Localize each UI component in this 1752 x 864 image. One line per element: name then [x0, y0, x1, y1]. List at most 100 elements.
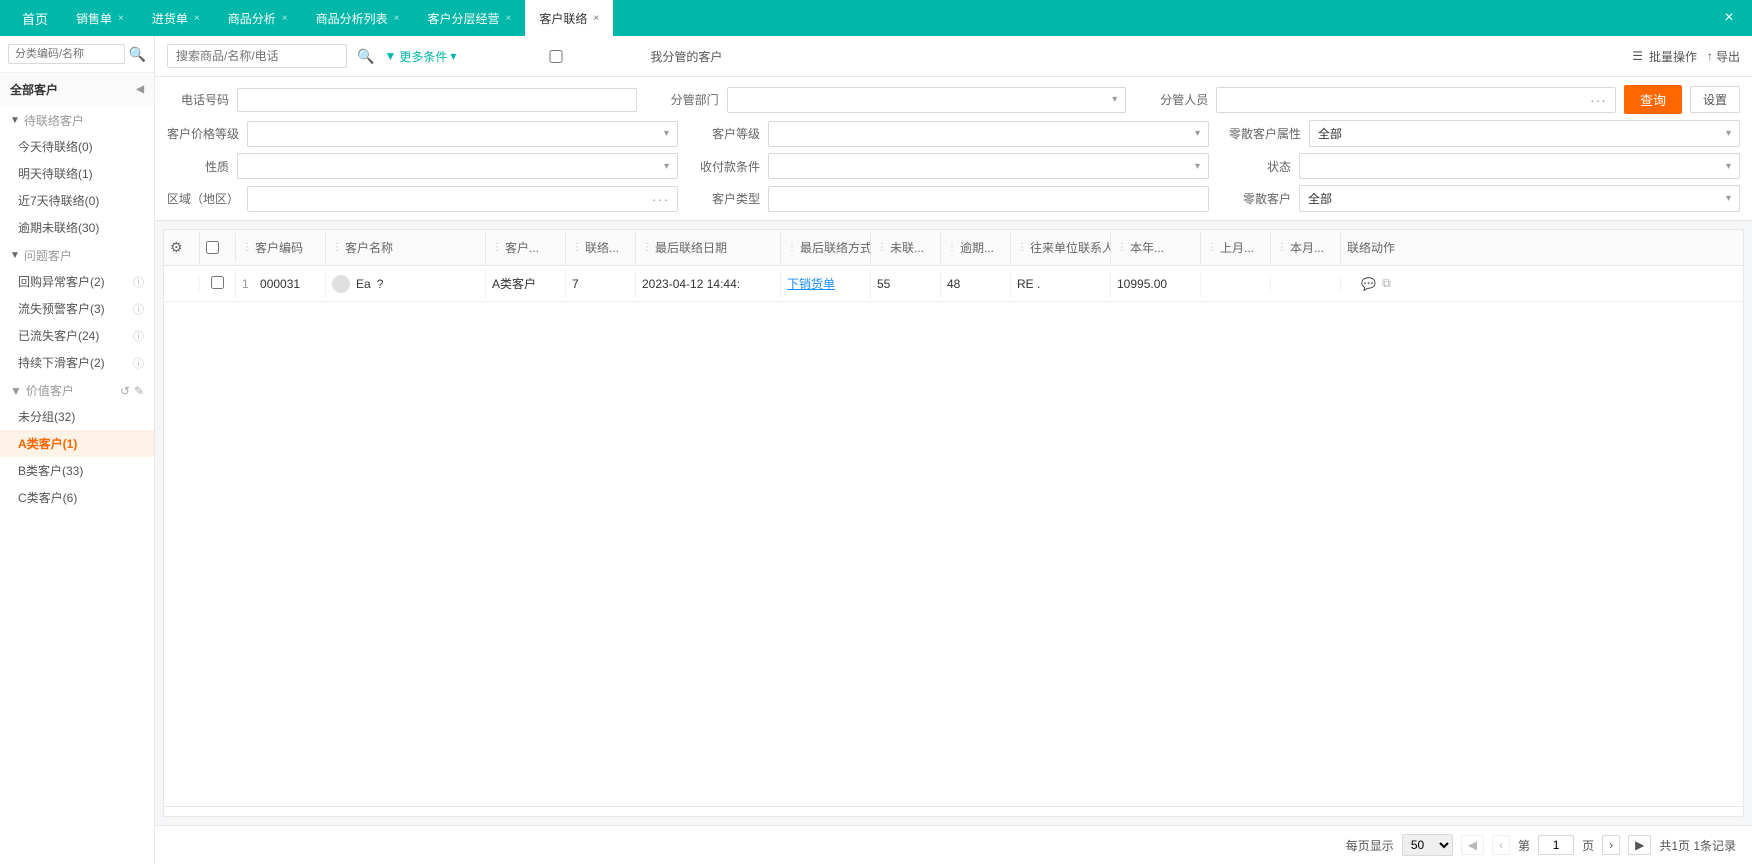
- more-filters-btn[interactable]: ▼ 更多条件 ▾: [384, 48, 456, 65]
- filter-status: 状态 ▾: [1229, 153, 1740, 179]
- sidebar-item-declining[interactable]: 持续下滑客户(2) ⓘ: [0, 349, 154, 376]
- link-icon[interactable]: ⧉: [1382, 276, 1391, 291]
- row-checkbox-1[interactable]: [211, 276, 224, 289]
- sidebar-item-7days-pending[interactable]: 近7天待联络(0): [0, 187, 154, 214]
- td-code-1: 1 000031: [236, 271, 326, 297]
- sidebar-item-unsorted[interactable]: 未分组(32): [0, 403, 154, 430]
- info-icon-2[interactable]: ⓘ: [133, 301, 144, 317]
- collapse-icon[interactable]: ◀: [136, 84, 144, 95]
- filter-customer-grade: 客户等级 ▾: [698, 121, 1209, 147]
- sidebar-item-overdue-pending[interactable]: 逾期未联络(30): [0, 214, 154, 241]
- chat-icon[interactable]: 💬: [1361, 277, 1376, 291]
- setting-button[interactable]: 设置: [1690, 86, 1740, 113]
- customer-grade-select[interactable]: ▾: [768, 121, 1209, 147]
- td-last-method-1[interactable]: 下销货单: [781, 269, 871, 298]
- select-all-checkbox[interactable]: [206, 241, 219, 254]
- th-name: ⋮ 客户名称: [326, 231, 486, 264]
- manager-select[interactable]: ···: [1216, 87, 1616, 113]
- th-code: ⋮ 客户编码: [236, 231, 326, 264]
- filter-bar: 🔍 ▼ 更多条件 ▾ 我分管的客户 ☰ 批量操作 ↑ 导出: [155, 36, 1752, 77]
- th-unit-contact: ⋮ 往来单位联系人: [1011, 231, 1111, 264]
- retail-attr-select[interactable]: 全部 ▾: [1309, 120, 1740, 147]
- my-customers-check-input[interactable]: [466, 50, 646, 63]
- sidebar-item-b-customers[interactable]: B类客户(33): [0, 457, 154, 484]
- filter-row-1: 电话号码 分管部门 ▾ 分管人员 ··· 查: [167, 85, 1740, 114]
- filter-row-4: 区域（地区） ··· 客户类型 零散客户 全部 ▾: [167, 185, 1740, 212]
- first-page-btn[interactable]: ◀: [1461, 835, 1484, 855]
- close-purchase-tab[interactable]: ×: [194, 13, 200, 24]
- info-icon-3[interactable]: ⓘ: [133, 328, 144, 344]
- batch-ops-btn[interactable]: ☰ 批量操作: [1632, 48, 1697, 65]
- sidebar-item-today-pending[interactable]: 今天待联络(0): [0, 133, 154, 160]
- settings-gear-icon[interactable]: ⚙: [170, 239, 183, 256]
- query-button[interactable]: 查询: [1624, 85, 1682, 114]
- app-close-button[interactable]: ×: [1714, 0, 1744, 36]
- nature-select[interactable]: ▾: [237, 153, 678, 179]
- page-size-select[interactable]: 50 10 20 100: [1402, 834, 1453, 856]
- region-select[interactable]: ···: [247, 186, 678, 212]
- tab-purchase[interactable]: 进货单 ×: [138, 0, 214, 36]
- sidebar-item-c-customers[interactable]: C类客户(6): [0, 484, 154, 511]
- payment-select[interactable]: ▾: [768, 153, 1209, 179]
- category-search-input[interactable]: [8, 44, 125, 64]
- filter-payment: 收付款条件 ▾: [698, 153, 1209, 179]
- td-last-date-1: 2023-04-12 14:44:: [636, 271, 781, 297]
- filter-row-3: 性质 ▾ 收付款条件 ▾ 状态: [167, 153, 1740, 179]
- tab-goods-list[interactable]: 商品分析列表 ×: [302, 0, 414, 36]
- info-icon-1[interactable]: ⓘ: [133, 274, 144, 290]
- sidebar-item-a-customers[interactable]: A类客户(1): [0, 430, 154, 457]
- sidebar-item-churn-warning[interactable]: 流失预警客户(3) ⓘ: [0, 295, 154, 322]
- td-contact-1: 7: [566, 271, 636, 297]
- sidebar-search-area: 🔍: [0, 36, 154, 73]
- main-search-input[interactable]: [167, 44, 347, 68]
- sidebar-item-churned[interactable]: 已流失客户(24) ⓘ: [0, 322, 154, 349]
- export-btn[interactable]: ↑ 导出: [1707, 48, 1740, 65]
- main-search-icon[interactable]: 🔍: [357, 48, 374, 65]
- dept-select[interactable]: ▾: [727, 87, 1127, 113]
- info-icon-4[interactable]: ⓘ: [133, 355, 144, 371]
- th-last-date: ⋮ 最后联络日期: [636, 231, 781, 264]
- td-check-1[interactable]: [200, 270, 236, 298]
- sidebar-item-repurchase-abnormal[interactable]: 回购异常客户(2) ⓘ: [0, 268, 154, 295]
- td-action-1[interactable]: 💬 ⧉: [1341, 270, 1411, 297]
- th-check[interactable]: [200, 233, 236, 262]
- close-goods-tab[interactable]: ×: [282, 13, 288, 24]
- last-page-btn[interactable]: ▶: [1628, 835, 1651, 855]
- nav-home[interactable]: 首页: [8, 0, 62, 36]
- th-settings[interactable]: ⚙: [164, 231, 200, 264]
- chevron-down-icon: ▾: [450, 49, 456, 63]
- close-goods-list-tab[interactable]: ×: [394, 13, 400, 24]
- filter-retail: 零散客户 全部 ▾: [1229, 185, 1740, 212]
- filter-retail-attr: 零散客户属性 全部 ▾: [1229, 120, 1740, 147]
- filter-phone: 电话号码: [167, 88, 637, 112]
- price-grade-select[interactable]: ▾: [247, 121, 678, 147]
- close-contact-tab[interactable]: ×: [593, 13, 599, 24]
- phone-input[interactable]: [237, 88, 637, 112]
- table-scrollbar[interactable]: [164, 806, 1743, 816]
- filter-row-2: 客户价格等级 ▾ 客户等级 ▾ 零散客户属性 全部: [167, 120, 1740, 147]
- my-customers-checkbox[interactable]: 我分管的客户: [466, 48, 722, 65]
- next-page-btn[interactable]: ›: [1602, 835, 1620, 855]
- tab-customer-contact[interactable]: 客户联络 ×: [525, 0, 613, 36]
- edit-icon[interactable]: ✎: [134, 384, 144, 398]
- tab-goods-analysis[interactable]: 商品分析 ×: [214, 0, 302, 36]
- th-contact: ⋮ 联络...: [566, 231, 636, 264]
- category-search-icon[interactable]: 🔍: [129, 46, 146, 63]
- close-segment-tab[interactable]: ×: [505, 13, 511, 24]
- refresh-icon[interactable]: ↺: [120, 384, 130, 398]
- all-customers-header[interactable]: 全部客户 ◀: [0, 73, 154, 106]
- tab-customer-segment[interactable]: 客户分层经营 ×: [413, 0, 525, 36]
- tab-sales[interactable]: 销售单 ×: [62, 0, 138, 36]
- value-group-label: ▼ 价值客户 ↺ ✎: [0, 376, 154, 403]
- prev-page-btn[interactable]: ‹: [1492, 835, 1510, 855]
- th-last-method: ⋮ 最后联络方式: [781, 231, 871, 264]
- nature-chevron: ▾: [664, 161, 669, 172]
- status-select[interactable]: ▾: [1299, 153, 1740, 179]
- retail-select[interactable]: 全部 ▾: [1299, 185, 1740, 212]
- page-number-input[interactable]: [1538, 835, 1574, 855]
- top-nav: 首页 销售单 × 进货单 × 商品分析 × 商品分析列表 × 客户分层经营 × …: [0, 0, 1752, 36]
- close-sales-tab[interactable]: ×: [118, 13, 124, 24]
- sidebar-item-tomorrow-pending[interactable]: 明天待联络(1): [0, 160, 154, 187]
- customer-type-select[interactable]: [768, 186, 1209, 212]
- filter-icon: ▼: [384, 49, 396, 63]
